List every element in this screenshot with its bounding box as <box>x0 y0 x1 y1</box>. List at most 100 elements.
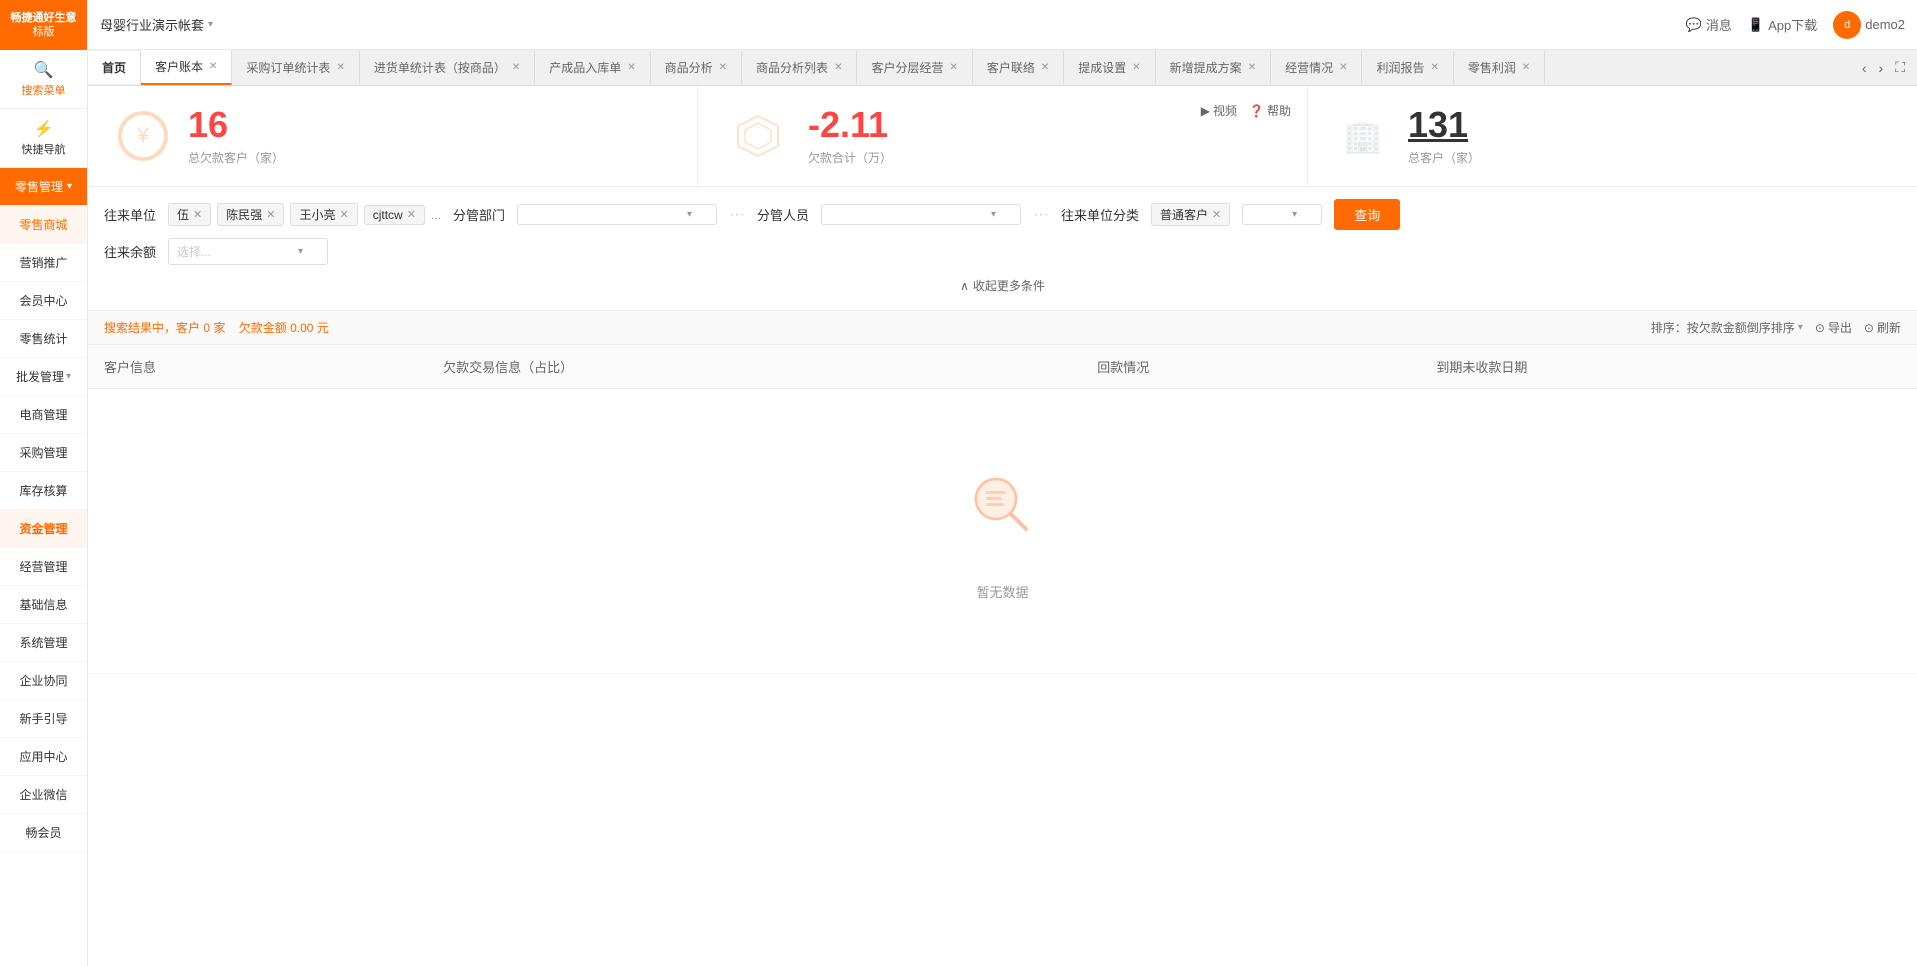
tab-close-icon[interactable]: ✕ <box>1431 62 1439 73</box>
store-name: 母婴行业演示帐套 <box>100 15 204 34</box>
tab-label: 零售利润 <box>1468 59 1516 76</box>
person-select[interactable]: ▾ <box>821 204 1021 225</box>
tag-close-icon[interactable]: ✕ <box>407 208 416 221</box>
sidebar-item-quick-nav[interactable]: ⚡ 快捷导航 <box>0 109 87 168</box>
message-btn[interactable]: 💬 消息 <box>1686 15 1732 34</box>
sidebar-item-ecommerce[interactable]: 电商管理 <box>0 396 87 434</box>
tab-scroll-left[interactable]: ‹ <box>1858 58 1871 78</box>
tab-product-list[interactable]: 商品分析列表 ✕ <box>742 51 857 84</box>
tab-close-icon[interactable]: ✕ <box>949 62 957 73</box>
tag-close-icon[interactable]: ✕ <box>340 208 349 221</box>
tab-label: 利润报告 <box>1376 59 1424 76</box>
message-icon: 💬 <box>1686 17 1702 33</box>
tab-close-icon[interactable]: ✕ <box>1041 62 1049 73</box>
refresh-btn[interactable]: ⊙ 刷新 <box>1864 319 1901 336</box>
tag-close-icon[interactable]: ✕ <box>266 208 275 221</box>
sidebar-item-wholesale[interactable]: 批发管理 ▾ <box>0 358 87 396</box>
tab-new-commission[interactable]: 新增提成方案 ✕ <box>1156 51 1271 84</box>
sidebar-item-system[interactable]: 系统管理 <box>0 624 87 662</box>
store-selector[interactable]: 母婴行业演示帐套 ▾ <box>100 15 213 34</box>
empty-icon <box>958 461 1048 570</box>
sidebar-item-basic-info[interactable]: 基础信息 <box>0 586 87 624</box>
stats-row: ¥ 16 总欠款客户（家） -2.11 欠款合计（万） <box>88 86 1917 187</box>
results-info: 搜索结果中，客户 0 家 欠款金额 0.00 元 <box>104 319 329 336</box>
sidebar-item-wechat[interactable]: 企业微信 <box>0 776 87 814</box>
tab-production[interactable]: 产成品入库单 ✕ <box>535 51 650 84</box>
tag-close-icon[interactable]: ✕ <box>193 208 202 221</box>
debt-amount: -2.11 <box>808 107 892 143</box>
sidebar-item-member2[interactable]: 畅会员 <box>0 814 87 852</box>
sidebar-item-retail-mall[interactable]: 零售商城 <box>0 206 87 244</box>
export-btn[interactable]: ⊙ 导出 <box>1815 319 1852 336</box>
video-btn[interactable]: ▶ 视频 <box>1201 102 1237 119</box>
stat-info-customers: 16 总欠款客户（家） <box>188 107 284 166</box>
logo-line1: 畅捷通好生意 <box>11 11 77 25</box>
logo-line2: 标版 <box>11 25 77 39</box>
more-tags-btn[interactable]: ... <box>431 208 441 222</box>
tab-operations[interactable]: 经营情况 ✕ <box>1271 51 1362 84</box>
tab-close-icon[interactable]: ✕ <box>1522 62 1530 73</box>
tab-home[interactable]: 首页 <box>88 51 141 84</box>
tab-inbound-stats[interactable]: 进货单统计表（按商品） ✕ <box>360 51 535 84</box>
tab-close-icon[interactable]: ✕ <box>719 62 727 73</box>
topbar-right: 💬 消息 📱 App下载 d demo2 <box>1686 11 1905 39</box>
help-btn[interactable]: ❓ 帮助 <box>1249 102 1291 119</box>
tab-close-icon[interactable]: ✕ <box>627 62 635 73</box>
tab-retail-profit[interactable]: 零售利润 ✕ <box>1454 51 1545 84</box>
collapse-btn[interactable]: ∧ 收起更多条件 <box>104 273 1901 298</box>
sidebar-item-new-guide[interactable]: 新手引导 <box>0 700 87 738</box>
category-select[interactable]: ▾ <box>1242 204 1322 225</box>
stat-card-debt: -2.11 欠款合计（万） ▶ 视频 ❓ 帮助 <box>698 86 1308 186</box>
chevron-down-icon: ▾ <box>208 19 213 30</box>
username: demo2 <box>1865 17 1905 32</box>
sidebar-item-marketing[interactable]: 营销推广 <box>0 244 87 282</box>
user-avatar-area[interactable]: d demo2 <box>1833 11 1905 39</box>
tab-customer-layer[interactable]: 客户分层经营 ✕ <box>857 51 972 84</box>
app-download-btn[interactable]: 📱 App下载 <box>1748 15 1817 34</box>
tab-close-icon[interactable]: ✕ <box>834 62 842 73</box>
sidebar-item-finance[interactable]: 资金管理 <box>0 510 87 548</box>
tab-label: 经营情况 <box>1285 59 1333 76</box>
sidebar-item-member[interactable]: 会员中心 <box>0 282 87 320</box>
total-label: 总客户（家） <box>1408 149 1480 166</box>
tab-close-icon[interactable]: ✕ <box>1339 62 1347 73</box>
sidebar-item-inventory[interactable]: 库存核算 <box>0 472 87 510</box>
sidebar-item-app-center[interactable]: 应用中心 <box>0 738 87 776</box>
unit-tags: 伍 ✕ 陈民强 ✕ 王小亮 ✕ cjttcw ✕ ... <box>168 203 441 226</box>
chevron-down-icon: ▾ <box>66 371 71 382</box>
result-amount: 0.00 <box>290 321 313 335</box>
tab-close-icon[interactable]: ✕ <box>1132 62 1140 73</box>
tab-customer-ledger-label: 客户账本 <box>155 58 203 75</box>
sidebar-item-retail-stats[interactable]: 零售统计 <box>0 320 87 358</box>
tab-close-icon[interactable]: ✕ <box>209 61 217 72</box>
tab-purchase-order[interactable]: 采购订单统计表 ✕ <box>232 51 359 84</box>
unit-tag-1: 伍 ✕ <box>168 203 211 226</box>
balance-select[interactable]: 选择... ▾ <box>168 238 328 265</box>
sort-select[interactable]: 排序：按欠款金额倒序排序 ▾ <box>1651 319 1803 336</box>
sidebar-item-search[interactable]: 🔍 搜索菜单 <box>0 50 87 109</box>
dept-select[interactable]: ▾ <box>517 204 717 225</box>
tab-close-icon[interactable]: ✕ <box>336 62 344 73</box>
unit-tag-4: cjttcw ✕ <box>364 205 425 225</box>
tab-profit-report[interactable]: 利润报告 ✕ <box>1362 51 1453 84</box>
person-filter-label: 分管人员 <box>757 205 809 224</box>
query-button[interactable]: 查询 <box>1334 199 1400 230</box>
debt-icon <box>728 106 788 166</box>
person-ellipsis: ··· <box>1033 206 1049 224</box>
tab-customer-ledger[interactable]: 客户账本 ✕ <box>141 50 232 85</box>
tab-close-icon[interactable]: ✕ <box>1248 62 1256 73</box>
tab-maximize[interactable]: ⛶ <box>1891 57 1909 78</box>
tab-commission-settings[interactable]: 提成设置 ✕ <box>1064 51 1155 84</box>
stat-info-total: 131 总客户（家） <box>1408 107 1480 166</box>
tab-scroll-right[interactable]: › <box>1875 58 1888 78</box>
tab-product-analysis[interactable]: 商品分析 ✕ <box>651 51 742 84</box>
sidebar-item-purchase[interactable]: 采购管理 <box>0 434 87 472</box>
sidebar-item-retail[interactable]: 零售管理 ▾ <box>0 168 87 206</box>
tab-close-icon[interactable]: ✕ <box>512 62 520 73</box>
sidebar-item-enterprise[interactable]: 企业协同 <box>0 662 87 700</box>
tab-customer-contact[interactable]: 客户联络 ✕ <box>973 51 1064 84</box>
tab-label: 客户分层经营 <box>871 59 943 76</box>
tag-close-icon[interactable]: ✕ <box>1212 208 1221 221</box>
dept-ellipsis: ··· <box>729 206 745 224</box>
sidebar-item-operations[interactable]: 经营管理 <box>0 548 87 586</box>
